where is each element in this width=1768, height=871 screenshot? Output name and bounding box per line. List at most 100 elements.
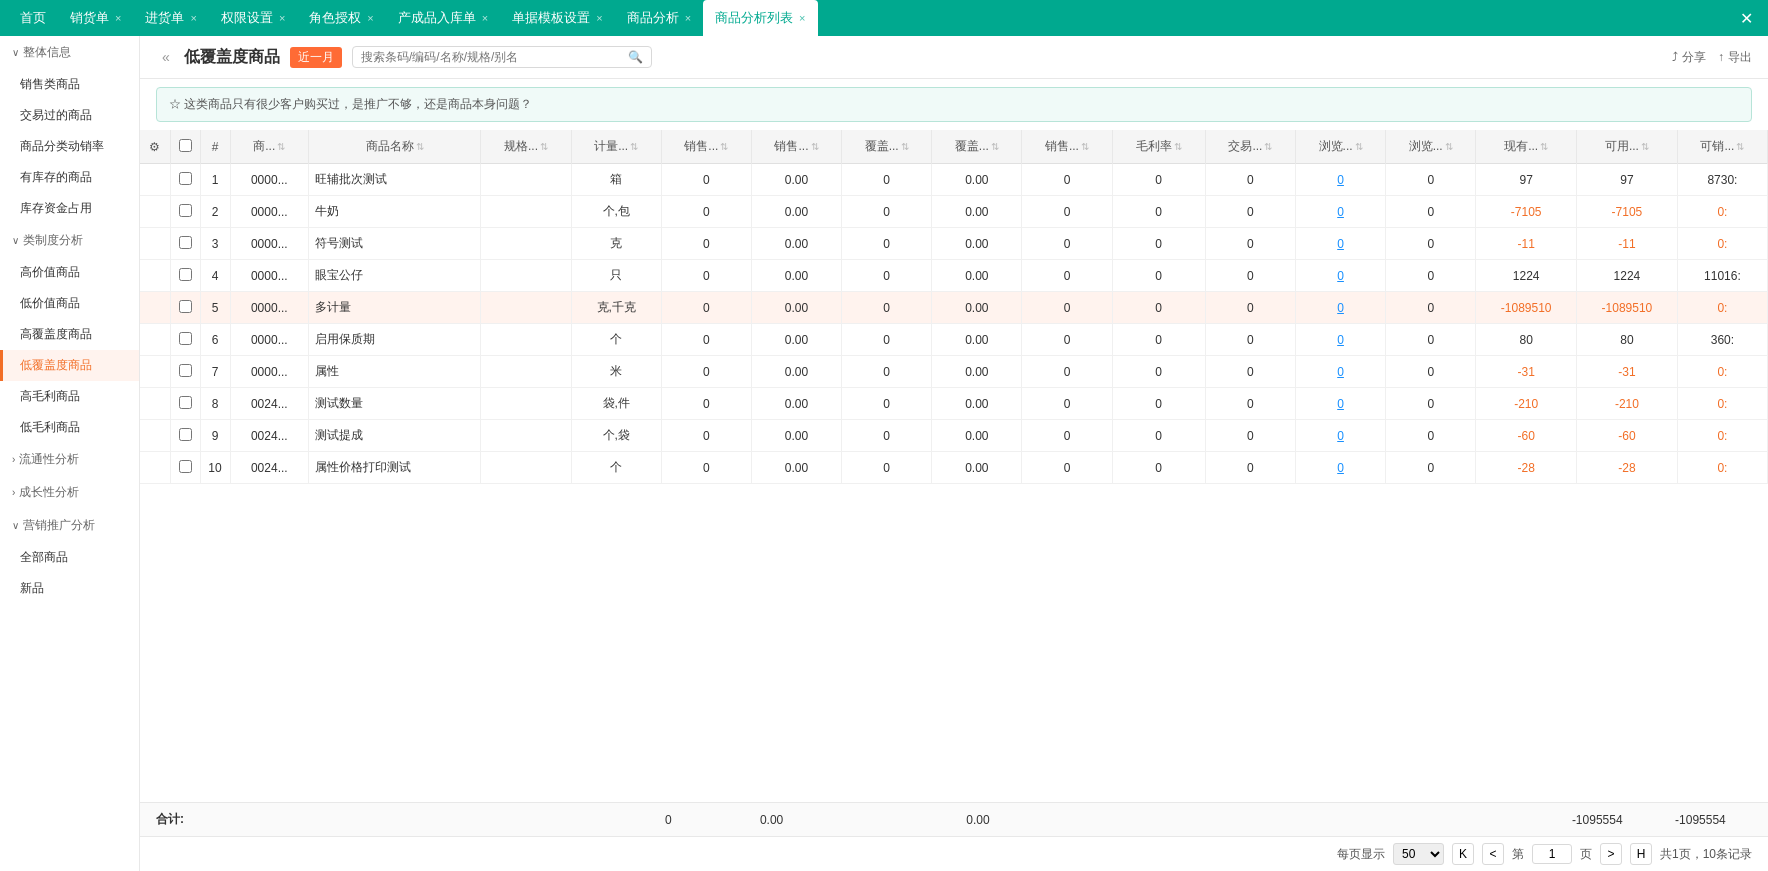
- search-input[interactable]: [361, 50, 624, 64]
- sidebar-item-traded-goods[interactable]: 交易过的商品: [0, 100, 139, 131]
- nav-item-product-analysis-list[interactable]: 商品分析列表 ×: [703, 0, 817, 36]
- td-browse1[interactable]: 0: [1295, 260, 1385, 292]
- th-available[interactable]: 可用...⇅: [1577, 130, 1678, 164]
- date-range-button[interactable]: 近一月: [290, 47, 342, 68]
- prev-page-button[interactable]: <: [1482, 843, 1504, 865]
- nav-item-permissions[interactable]: 权限设置 ×: [209, 0, 297, 36]
- td-browse1[interactable]: 0: [1295, 388, 1385, 420]
- sidebar-section-growth[interactable]: › 成长性分析: [0, 476, 139, 509]
- th-cover1[interactable]: 覆盖...⇅: [842, 130, 932, 164]
- td-checkbox[interactable]: [170, 196, 200, 228]
- row-checkbox[interactable]: [179, 268, 192, 281]
- sidebar-section-circulation[interactable]: › 流通性分析: [0, 443, 139, 476]
- nav-item-products-entry[interactable]: 产成品入库单 ×: [386, 0, 500, 36]
- td-settings[interactable]: [140, 324, 170, 356]
- sidebar-item-high-coverage[interactable]: 高覆盖度商品: [0, 319, 139, 350]
- td-browse1[interactable]: 0: [1295, 324, 1385, 356]
- nav-close-icon[interactable]: ×: [685, 12, 691, 24]
- td-settings[interactable]: [140, 420, 170, 452]
- page-input[interactable]: [1532, 844, 1572, 864]
- td-browse1[interactable]: 0: [1295, 292, 1385, 324]
- td-settings[interactable]: [140, 452, 170, 484]
- nav-close-icon[interactable]: ×: [596, 12, 602, 24]
- sidebar-item-low-coverage[interactable]: 低覆盖度商品: [0, 350, 139, 381]
- th-settings[interactable]: ⚙: [140, 130, 170, 164]
- first-page-button[interactable]: K: [1452, 843, 1474, 865]
- td-settings[interactable]: [140, 228, 170, 260]
- th-checkbox[interactable]: [170, 130, 200, 164]
- th-browse2[interactable]: 浏览...⇅: [1386, 130, 1476, 164]
- sidebar-item-all-goods[interactable]: 全部商品: [0, 542, 139, 573]
- td-browse1[interactable]: 0: [1295, 452, 1385, 484]
- td-settings[interactable]: [140, 196, 170, 228]
- row-checkbox[interactable]: [179, 300, 192, 313]
- th-sales2[interactable]: 销售...⇅: [751, 130, 841, 164]
- nav-item-sales[interactable]: 销货单 ×: [58, 0, 133, 36]
- nav-close-icon[interactable]: ×: [190, 12, 196, 24]
- sidebar-item-sales-goods[interactable]: 销售类商品: [0, 69, 139, 100]
- next-page-button[interactable]: >: [1600, 843, 1622, 865]
- sidebar-item-stock-goods[interactable]: 有库存的商品: [0, 162, 139, 193]
- th-name[interactable]: 商品名称⇅: [309, 130, 481, 164]
- td-browse1[interactable]: 0: [1295, 420, 1385, 452]
- td-checkbox[interactable]: [170, 356, 200, 388]
- sidebar-item-category-rate[interactable]: 商品分类动销率: [0, 131, 139, 162]
- th-unit[interactable]: 计量...⇅: [571, 130, 661, 164]
- nav-item-product-analysis[interactable]: 商品分析 ×: [615, 0, 703, 36]
- td-browse1[interactable]: 0: [1295, 356, 1385, 388]
- select-all-checkbox[interactable]: [179, 139, 192, 152]
- td-settings[interactable]: [140, 164, 170, 196]
- th-sales3[interactable]: 销售...⇅: [1022, 130, 1112, 164]
- td-checkbox[interactable]: [170, 228, 200, 260]
- last-page-button[interactable]: H: [1630, 843, 1652, 865]
- th-sales1[interactable]: 销售...⇅: [661, 130, 751, 164]
- td-settings[interactable]: [140, 356, 170, 388]
- td-browse1[interactable]: 0: [1295, 164, 1385, 196]
- share-button[interactable]: ⤴ 分享: [1672, 49, 1706, 66]
- th-sellable[interactable]: 可销...⇅: [1677, 130, 1767, 164]
- nav-close-icon[interactable]: ×: [799, 12, 805, 24]
- sidebar-item-high-margin[interactable]: 高毛利商品: [0, 381, 139, 412]
- nav-item-templates[interactable]: 单据模板设置 ×: [500, 0, 614, 36]
- sidebar-section-overall[interactable]: ∨ 整体信息: [0, 36, 139, 69]
- nav-close-all-button[interactable]: ✕: [1732, 4, 1760, 32]
- sidebar-item-new-goods[interactable]: 新品: [0, 573, 139, 604]
- sidebar-section-marketing[interactable]: ∨ 营销推广分析: [0, 509, 139, 542]
- th-trade[interactable]: 交易...⇅: [1205, 130, 1295, 164]
- th-spec[interactable]: 规格...⇅: [481, 130, 571, 164]
- td-checkbox[interactable]: [170, 452, 200, 484]
- sidebar-item-low-value[interactable]: 低价值商品: [0, 288, 139, 319]
- nav-item-purchase[interactable]: 进货单 ×: [133, 0, 208, 36]
- row-checkbox[interactable]: [179, 460, 192, 473]
- nav-close-icon[interactable]: ×: [115, 12, 121, 24]
- th-browse1[interactable]: 浏览...⇅: [1295, 130, 1385, 164]
- td-checkbox[interactable]: [170, 292, 200, 324]
- sidebar-item-high-value[interactable]: 高价值商品: [0, 257, 139, 288]
- nav-close-icon[interactable]: ×: [367, 12, 373, 24]
- th-gross[interactable]: 毛利率⇅: [1112, 130, 1205, 164]
- nav-close-icon[interactable]: ×: [482, 12, 488, 24]
- td-checkbox[interactable]: [170, 324, 200, 356]
- td-settings[interactable]: [140, 260, 170, 292]
- th-cover2[interactable]: 覆盖...⇅: [932, 130, 1022, 164]
- td-settings[interactable]: [140, 388, 170, 420]
- row-checkbox[interactable]: [179, 172, 192, 185]
- td-checkbox[interactable]: [170, 420, 200, 452]
- row-checkbox[interactable]: [179, 236, 192, 249]
- th-code[interactable]: 商...⇅: [230, 130, 309, 164]
- collapse-button[interactable]: «: [156, 47, 176, 67]
- row-checkbox[interactable]: [179, 364, 192, 377]
- th-current[interactable]: 现有...⇅: [1476, 130, 1577, 164]
- nav-item-home[interactable]: 首页: [8, 0, 58, 36]
- nav-close-icon[interactable]: ×: [279, 12, 285, 24]
- td-browse1[interactable]: 0: [1295, 196, 1385, 228]
- per-page-select[interactable]: 50 20 100: [1393, 843, 1444, 865]
- sidebar-item-stock-funds[interactable]: 库存资金占用: [0, 193, 139, 224]
- td-checkbox[interactable]: [170, 164, 200, 196]
- td-checkbox[interactable]: [170, 260, 200, 292]
- row-checkbox[interactable]: [179, 332, 192, 345]
- export-button[interactable]: ↑ 导出: [1718, 49, 1752, 66]
- sidebar-item-low-margin[interactable]: 低毛利商品: [0, 412, 139, 443]
- td-browse1[interactable]: 0: [1295, 228, 1385, 260]
- search-icon[interactable]: 🔍: [628, 50, 643, 64]
